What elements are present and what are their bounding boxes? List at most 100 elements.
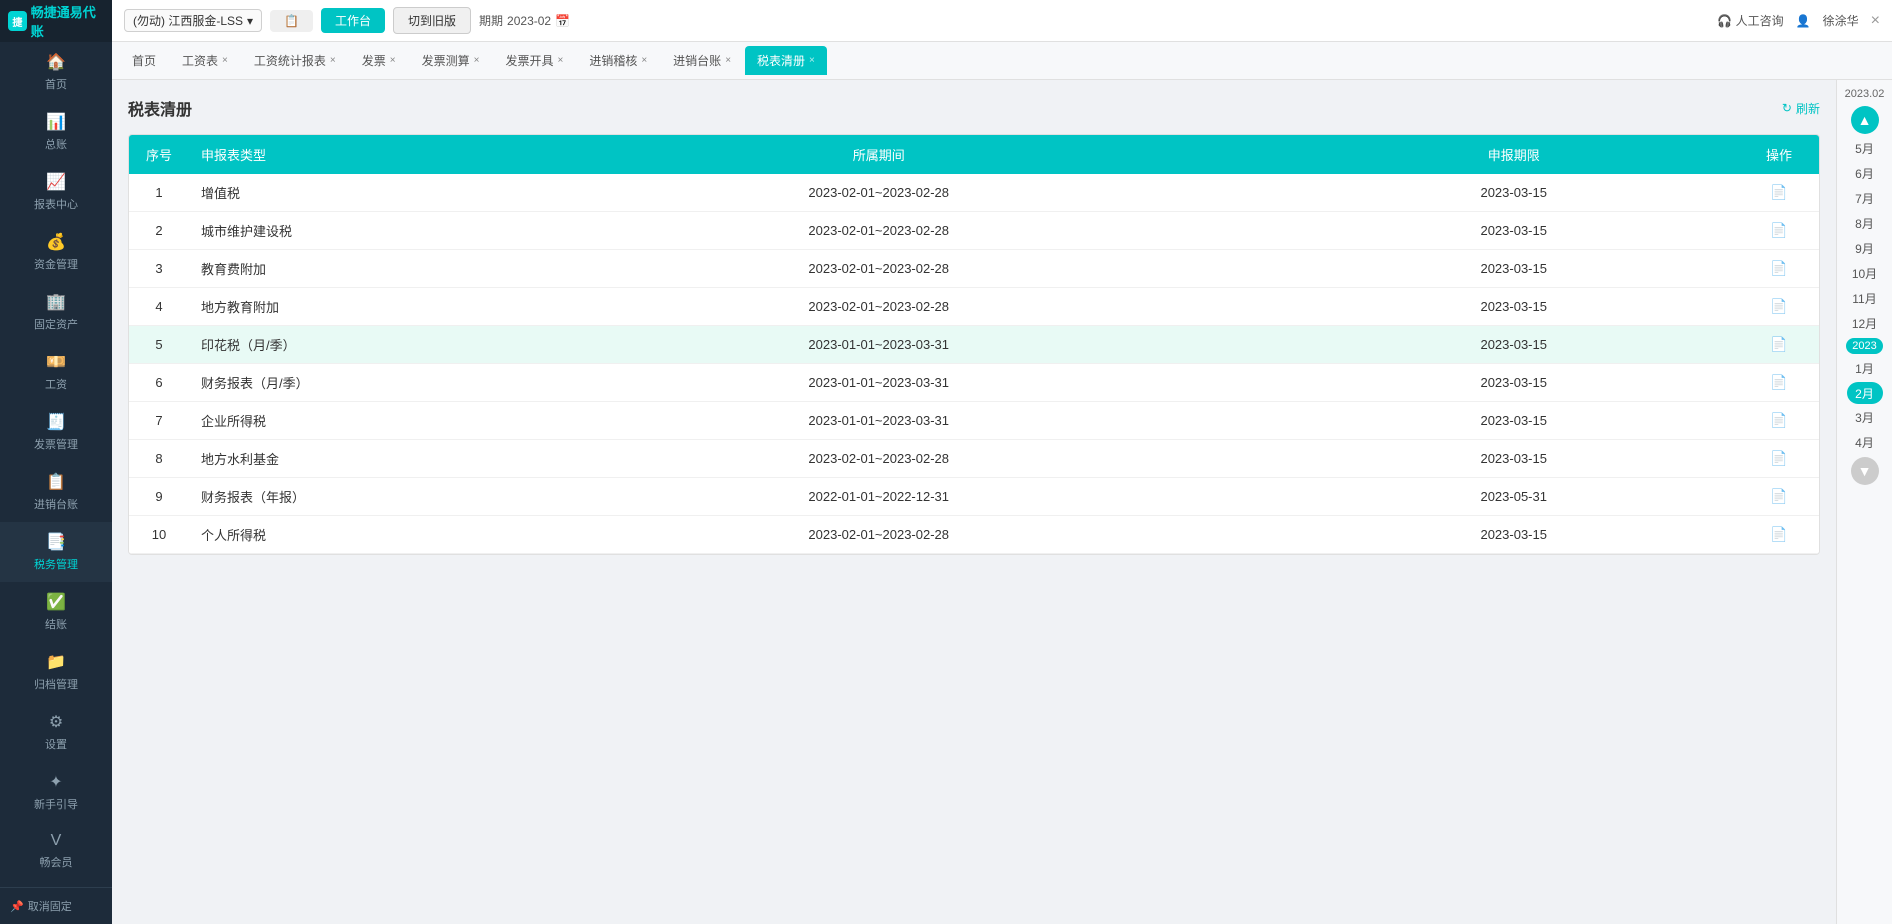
cell-action: 📄 xyxy=(1739,212,1819,250)
tab-salary[interactable]: 工资表 × xyxy=(170,46,240,75)
cell-index: 4 xyxy=(129,288,189,326)
tab-invoice[interactable]: 发票 × xyxy=(350,46,408,75)
cell-period: 2023-01-01~2023-03-31 xyxy=(469,402,1288,440)
cell-deadline: 2023-03-15 xyxy=(1288,440,1739,478)
tab-invoice-calc-close[interactable]: × xyxy=(474,55,480,66)
cell-action: 📄 xyxy=(1739,288,1819,326)
sidebar-item-settings[interactable]: ⚙ 设置 xyxy=(0,702,112,762)
sidebar-item-assets[interactable]: 🏢 固定资产 xyxy=(0,282,112,342)
month-item[interactable]: 9月 xyxy=(1850,236,1879,261)
tab-purchase-audit-close[interactable]: × xyxy=(641,55,647,66)
tab-invoice-open[interactable]: 发票开具 × xyxy=(493,46,575,75)
sidebar-item-salary[interactable]: 💴 工资 xyxy=(0,342,112,402)
table-row: 5 印花税（月/季） 2023-01-01~2023-03-31 2023-03… xyxy=(129,326,1819,364)
month-item[interactable]: 1月 xyxy=(1847,356,1883,381)
sidebar-item-invoices[interactable]: 🧾 发票管理 xyxy=(0,402,112,462)
panel-up-button[interactable]: ▲ xyxy=(1851,106,1879,134)
app-name: 畅捷通易代账 xyxy=(31,2,104,40)
cell-deadline: 2023-03-15 xyxy=(1288,250,1739,288)
year-badge[interactable]: 2023 xyxy=(1846,338,1882,354)
table-row: 6 财务报表（月/季） 2023-01-01~2023-03-31 2023-0… xyxy=(129,364,1819,402)
sidebar-item-guide[interactable]: ✦ 新手引导 xyxy=(0,762,112,822)
action-icon[interactable]: 📄 xyxy=(1770,374,1787,390)
sidebar-item-sales-ledger[interactable]: 📋 进销台账 xyxy=(0,462,112,522)
period-text: 期期 xyxy=(479,12,503,29)
tab-tax-list[interactable]: 税表清册 × xyxy=(745,46,827,75)
tab-purchase-audit[interactable]: 进销稽核 × xyxy=(577,46,659,75)
tab-invoice-close[interactable]: × xyxy=(390,55,396,66)
cell-deadline: 2023-03-15 xyxy=(1288,174,1739,212)
sidebar-item-home[interactable]: 🏠 首页 xyxy=(0,42,112,102)
sidebar-item-reports[interactable]: 📈 报表中心 xyxy=(0,162,112,222)
month-item[interactable]: 6月 xyxy=(1850,161,1879,186)
company-selector[interactable]: (勿动) 江西服金-LSS ▾ xyxy=(124,9,262,32)
tax-table: 序号 申报表类型 所属期间 申报期限 操作 1 增值税 2023-02-01~2… xyxy=(129,135,1819,554)
app-logo: 捷 畅捷通易代账 xyxy=(0,0,112,42)
month-item[interactable]: 10月 xyxy=(1850,261,1879,286)
action-icon[interactable]: 📄 xyxy=(1770,412,1787,428)
month-item[interactable]: 7月 xyxy=(1850,186,1879,211)
tab-invoice-open-label: 发票开具 xyxy=(505,52,553,69)
month-item[interactable]: 4月 xyxy=(1847,430,1883,455)
action-icon[interactable]: 📄 xyxy=(1770,184,1787,200)
cell-type: 企业所得税 xyxy=(189,402,469,440)
calendar-icon: 📅 xyxy=(555,14,570,28)
right-panel: 2023.02 ▲ 5月6月7月8月9月10月11月12月 2023 1月2月3… xyxy=(1836,80,1892,924)
month-item[interactable]: 2月 xyxy=(1847,382,1883,404)
tab-salary-report[interactable]: 工资统计报表 × xyxy=(242,46,348,75)
sidebar-label-tax: 税务管理 xyxy=(34,556,78,572)
switch-old-button[interactable]: 切到旧版 xyxy=(393,7,471,34)
sidebar-item-funds[interactable]: 💰 资金管理 xyxy=(0,222,112,282)
tab-invoice-calc[interactable]: 发票测算 × xyxy=(410,46,492,75)
refresh-button[interactable]: ↻ 刷新 xyxy=(1782,100,1820,117)
tab-salary-close[interactable]: × xyxy=(222,55,228,66)
action-icon[interactable]: 📄 xyxy=(1770,488,1787,504)
sidebar-item-tax[interactable]: 📑 税务管理 xyxy=(0,522,112,582)
sidebar-label-funds: 资金管理 xyxy=(34,256,78,272)
tab-salary-report-close[interactable]: × xyxy=(330,55,336,66)
action-icon[interactable]: 📄 xyxy=(1770,450,1787,466)
panel-down-button[interactable]: ▼ xyxy=(1851,457,1879,485)
copy-button[interactable]: 📋 xyxy=(270,10,313,32)
tab-tax-list-close[interactable]: × xyxy=(809,55,815,66)
sidebar-item-vip[interactable]: V 畅会员 xyxy=(0,822,112,880)
topbar: (勿动) 江西服金-LSS ▾ 📋 工作台 切到旧版 期期 2023-02 📅 … xyxy=(112,0,1892,42)
logo-icon: 捷 xyxy=(8,11,27,31)
action-icon[interactable]: 📄 xyxy=(1770,336,1787,352)
sales-ledger-icon: 📋 xyxy=(46,472,66,492)
page-header: 税表清册 ↻ 刷新 xyxy=(128,96,1820,120)
action-icon[interactable]: 📄 xyxy=(1770,526,1787,542)
table-row: 2 城市维护建设税 2023-02-01~2023-02-28 2023-03-… xyxy=(129,212,1819,250)
month-item[interactable]: 5月 xyxy=(1850,136,1879,161)
unpin-button[interactable]: 📌 取消固定 xyxy=(0,887,112,924)
month-item[interactable]: 8月 xyxy=(1850,211,1879,236)
tab-purchase-ledger[interactable]: 进销台账 × xyxy=(661,46,743,75)
tab-invoice-open-close[interactable]: × xyxy=(557,55,563,66)
tab-purchase-ledger-close[interactable]: × xyxy=(725,55,731,66)
tab-invoice-calc-label: 发票测算 xyxy=(422,52,470,69)
month-item[interactable]: 11月 xyxy=(1850,286,1879,311)
ai-consult-btn[interactable]: 🎧 人工咨询 xyxy=(1717,12,1783,29)
tab-home[interactable]: 首页 xyxy=(120,46,168,75)
col-index: 序号 xyxy=(129,135,189,174)
tab-tax-list-label: 税表清册 xyxy=(757,52,805,69)
action-icon[interactable]: 📄 xyxy=(1770,298,1787,314)
cell-type: 财务报表（年报） xyxy=(189,478,469,516)
period-label: 期期 2023-02 📅 xyxy=(479,12,570,29)
month-item[interactable]: 3月 xyxy=(1847,405,1883,430)
sidebar-item-archive[interactable]: 📁 归档管理 xyxy=(0,642,112,702)
tabbar: 首页 工资表 × 工资统计报表 × 发票 × 发票测算 × 发票开具 × 进销稽… xyxy=(112,42,1892,80)
cell-deadline: 2023-03-15 xyxy=(1288,288,1739,326)
username-label: 徐涂华 xyxy=(1823,12,1859,29)
table-row: 10 个人所得税 2023-02-01~2023-02-28 2023-03-1… xyxy=(129,516,1819,554)
action-icon[interactable]: 📄 xyxy=(1770,222,1787,238)
cell-type: 地方水利基金 xyxy=(189,440,469,478)
action-icon[interactable]: 📄 xyxy=(1770,260,1787,276)
sidebar-item-close-accounts[interactable]: ✅ 结账 xyxy=(0,582,112,642)
sidebar-label-archive: 归档管理 xyxy=(34,676,78,692)
workspace-button[interactable]: 工作台 xyxy=(321,8,385,33)
window-close-button[interactable]: × xyxy=(1871,12,1880,30)
sidebar-item-ledger[interactable]: 📊 总账 xyxy=(0,102,112,162)
month-item[interactable]: 12月 xyxy=(1850,311,1879,336)
col-period: 所属期间 xyxy=(469,135,1288,174)
